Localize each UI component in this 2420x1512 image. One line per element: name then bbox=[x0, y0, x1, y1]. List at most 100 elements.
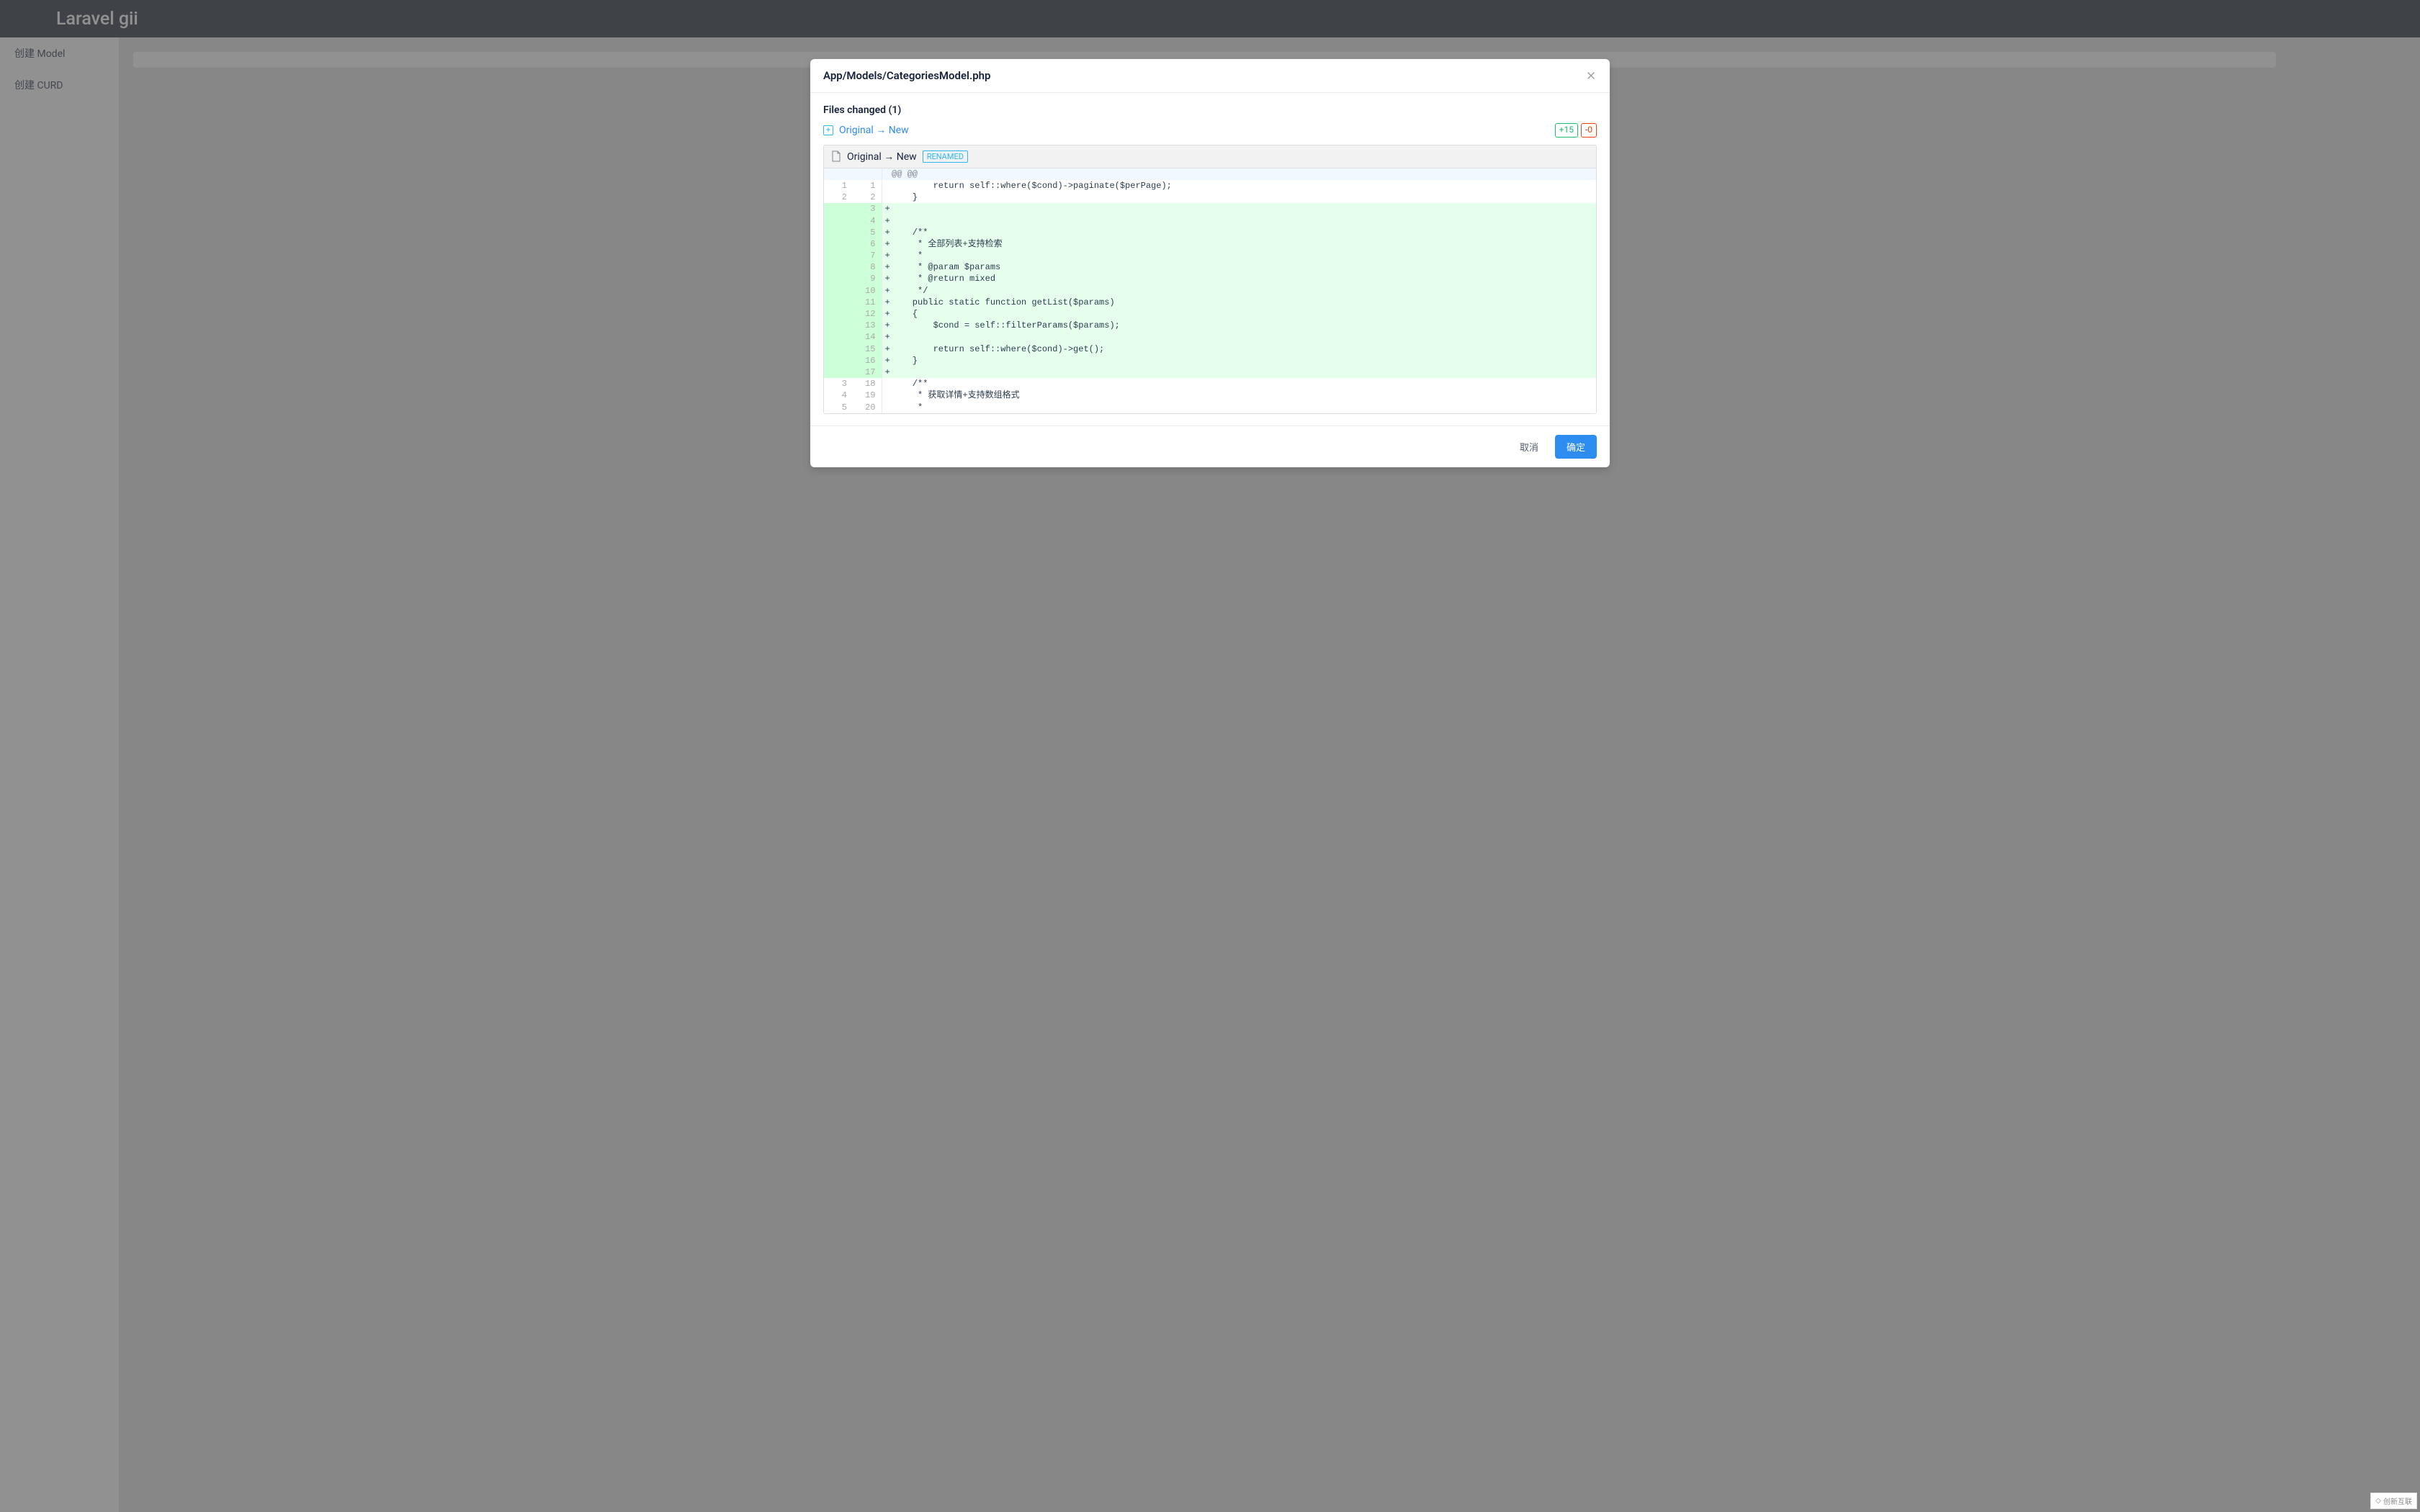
modal-title: App/Models/CategoriesModel.php bbox=[823, 69, 990, 82]
expand-icon[interactable]: + bbox=[823, 125, 833, 135]
new-line-number: 2 bbox=[853, 192, 882, 203]
diff-line: 520 * bbox=[824, 402, 1596, 413]
diff-sign bbox=[882, 378, 892, 390]
diff-table: @@ @@ 11 return self::where($cond)->pagi… bbox=[824, 168, 1596, 413]
diff-code: /** bbox=[892, 227, 1596, 238]
diff-sign: + bbox=[882, 343, 892, 355]
diff-line: 7+ * bbox=[824, 250, 1596, 261]
diff-line: 14+ bbox=[824, 331, 1596, 343]
diff-sign bbox=[882, 390, 892, 401]
diff-code: return self::where($cond)->get(); bbox=[892, 343, 1596, 355]
watermark-text: 创新互联 bbox=[2383, 1495, 2412, 1506]
diff-line: 318 /** bbox=[824, 378, 1596, 390]
old-line-number bbox=[824, 355, 853, 366]
new-line-number: 18 bbox=[853, 378, 882, 390]
diff-code: /** bbox=[892, 378, 1596, 390]
diff-line: 5+ /** bbox=[824, 227, 1596, 238]
diff-modal: App/Models/CategoriesModel.php Files cha… bbox=[810, 59, 1610, 467]
new-line-number: 16 bbox=[853, 355, 882, 366]
diff-code bbox=[892, 331, 1596, 343]
file-link-left: + Original → New bbox=[823, 124, 909, 136]
ok-button[interactable]: 确定 bbox=[1555, 435, 1597, 459]
diff-sign: + bbox=[882, 215, 892, 227]
modal-body: Files changed (1) + Original → New +15 -… bbox=[810, 93, 1610, 426]
old-line-number bbox=[824, 203, 853, 215]
diff-code: * 获取详情+支持数组格式 bbox=[892, 390, 1596, 401]
old-line-number bbox=[824, 366, 853, 378]
new-line-number: 17 bbox=[853, 366, 882, 378]
diff-sign: + bbox=[882, 366, 892, 378]
new-line-number: 5 bbox=[853, 227, 882, 238]
diff-code: } bbox=[892, 355, 1596, 366]
diff-code: * @return mixed bbox=[892, 273, 1596, 284]
diff-code: return self::where($cond)->paginate($per… bbox=[892, 180, 1596, 192]
file-link[interactable]: Original → New bbox=[839, 124, 909, 136]
diff-sign: + bbox=[882, 297, 892, 308]
diff-sign: + bbox=[882, 238, 892, 250]
diff-line: 13+ $cond = self::filterParams($params); bbox=[824, 320, 1596, 331]
diff-code: * bbox=[892, 402, 1596, 413]
diff-code bbox=[892, 366, 1596, 378]
diff-panel: Original → New RENAMED @@ @@ 11 return s… bbox=[823, 145, 1597, 414]
new-line-number: 19 bbox=[853, 390, 882, 401]
diff-line: 17+ bbox=[824, 366, 1596, 378]
diff-code bbox=[892, 203, 1596, 215]
file-icon bbox=[831, 150, 841, 162]
new-line-number: 11 bbox=[853, 297, 882, 308]
new-line-number: 4 bbox=[853, 215, 882, 227]
diff-code: { bbox=[892, 308, 1596, 320]
close-icon[interactable] bbox=[1585, 70, 1597, 81]
files-changed-label: Files changed (1) bbox=[823, 104, 1597, 116]
diff-line: 419 * 获取详情+支持数组格式 bbox=[824, 390, 1596, 401]
old-line-number bbox=[824, 331, 853, 343]
old-line-number bbox=[824, 285, 853, 297]
diff-sign: + bbox=[882, 261, 892, 273]
diff-sign: + bbox=[882, 285, 892, 297]
stat-additions: +15 bbox=[1555, 123, 1578, 138]
old-line-number bbox=[824, 308, 853, 320]
new-line-number: 13 bbox=[853, 320, 882, 331]
diff-line: 22 } bbox=[824, 192, 1596, 203]
modal-header: App/Models/CategoriesModel.php bbox=[810, 59, 1610, 93]
old-line-number bbox=[824, 227, 853, 238]
diff-code bbox=[892, 215, 1596, 227]
diff-sign: + bbox=[882, 203, 892, 215]
new-line-number: 3 bbox=[853, 203, 882, 215]
diff-code: $cond = self::filterParams($params); bbox=[892, 320, 1596, 331]
old-line-number: 4 bbox=[824, 390, 853, 401]
diff-code: } bbox=[892, 192, 1596, 203]
diffstat: +15 -0 bbox=[1555, 123, 1597, 138]
modal-footer: 取消 确定 bbox=[810, 426, 1610, 467]
diff-sign: + bbox=[882, 227, 892, 238]
diff-code: * bbox=[892, 250, 1596, 261]
old-line-number bbox=[824, 238, 853, 250]
diff-sign: + bbox=[882, 355, 892, 366]
old-line-number: 3 bbox=[824, 378, 853, 390]
modal-overlay[interactable]: App/Models/CategoriesModel.php Files cha… bbox=[0, 0, 2420, 1512]
new-line-number: 15 bbox=[853, 343, 882, 355]
stat-deletions: -0 bbox=[1581, 123, 1597, 138]
old-line-number bbox=[824, 261, 853, 273]
diff-sign bbox=[882, 402, 892, 413]
diff-line: 16+ } bbox=[824, 355, 1596, 366]
diff-code: * 全部列表+支持检索 bbox=[892, 238, 1596, 250]
new-line-number: 20 bbox=[853, 402, 882, 413]
file-link-row: + Original → New +15 -0 bbox=[823, 123, 1597, 138]
diff-sign: + bbox=[882, 320, 892, 331]
cancel-button[interactable]: 取消 bbox=[1509, 435, 1549, 459]
old-line-number bbox=[824, 343, 853, 355]
new-line-number: 7 bbox=[853, 250, 882, 261]
old-line-number: 2 bbox=[824, 192, 853, 203]
diff-code: */ bbox=[892, 285, 1596, 297]
old-line-number bbox=[824, 273, 853, 284]
diff-line: 15+ return self::where($cond)->get(); bbox=[824, 343, 1596, 355]
diff-code: public static function getList($params) bbox=[892, 297, 1596, 308]
new-line-number: 12 bbox=[853, 308, 882, 320]
new-line-number: 10 bbox=[853, 285, 882, 297]
diff-line: 11 return self::where($cond)->paginate($… bbox=[824, 180, 1596, 192]
new-line-number: 14 bbox=[853, 331, 882, 343]
diff-sign bbox=[882, 192, 892, 203]
old-line-number bbox=[824, 250, 853, 261]
diff-sign bbox=[882, 180, 892, 192]
hunk-header: @@ @@ bbox=[824, 168, 1596, 180]
